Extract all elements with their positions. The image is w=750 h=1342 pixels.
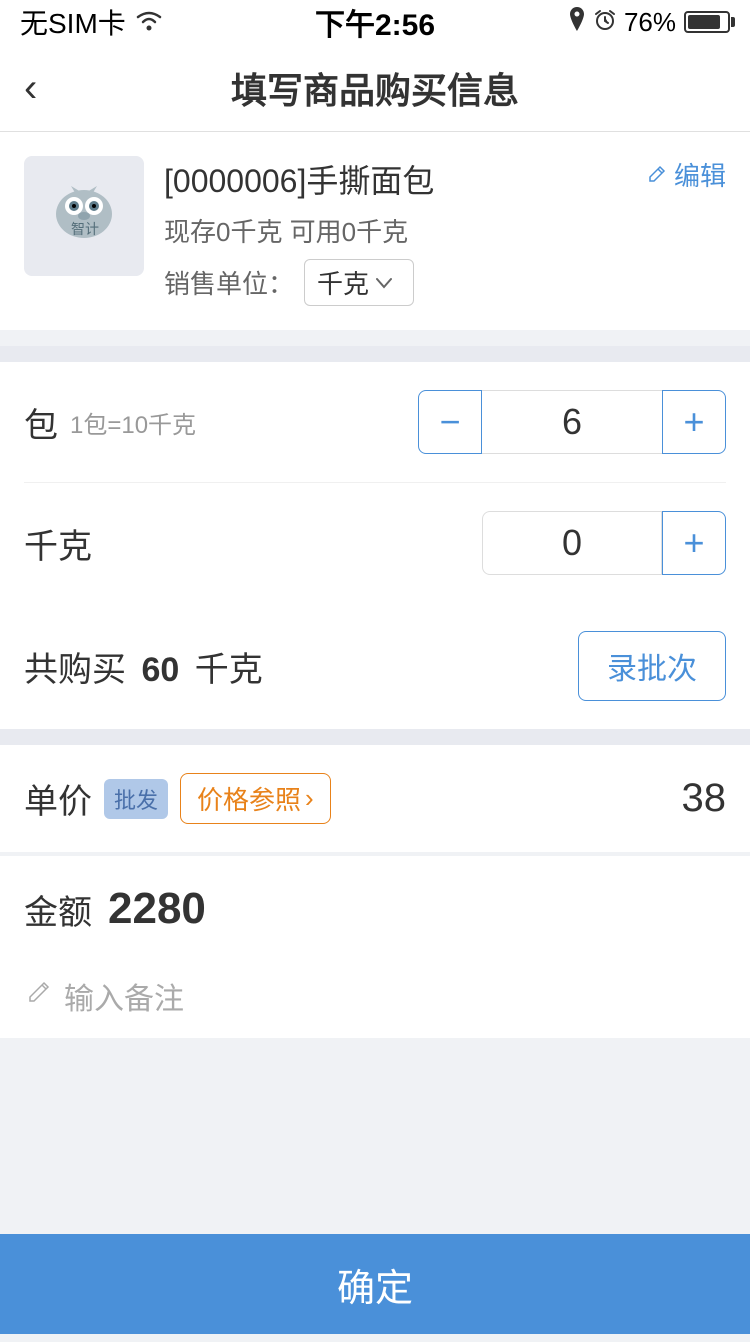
product-stock: 现存0千克 可用0千克 [164, 212, 726, 249]
total-value: 60 [141, 651, 179, 689]
package-row: 包 1包=10千克 − 6 + [24, 362, 726, 483]
price-row: 单价 批发 价格参照 › 38 [0, 745, 750, 852]
carrier-label: 无SIM卡 [20, 2, 126, 42]
section-divider-2 [0, 729, 750, 745]
price-ref-button[interactable]: 价格参照 › [180, 773, 331, 824]
price-label-group: 单价 批发 价格参照 › [24, 773, 331, 824]
product-name-row: [0000006]手撕面包 编辑 [164, 156, 726, 202]
product-unit-row: 销售单位： 千克 [164, 259, 726, 306]
amount-label: 金额 [24, 885, 92, 934]
product-info: [0000006]手撕面包 编辑 现存0千克 可用0千克 销售单位： 千克 [164, 156, 726, 306]
kg-increment-button[interactable]: + [662, 511, 726, 575]
kg-value[interactable]: 0 [482, 511, 662, 575]
package-controls: − 6 + [418, 390, 726, 454]
status-time: 下午2:56 [315, 0, 435, 44]
nav-bar: ‹ 填写商品购买信息 [0, 44, 750, 132]
pencil-icon [24, 979, 52, 1014]
package-decrement-button[interactable]: − [418, 390, 482, 454]
location-icon [568, 7, 586, 38]
amount-value: 2280 [108, 884, 206, 934]
product-card: 智计 [0000006]手撕面包 编辑 现存0千克 可用0千克 销售单位： 千克 [0, 132, 750, 330]
note-row[interactable]: 输入备注 [24, 954, 726, 1038]
total-text: 共购买 60 千克 [24, 642, 263, 691]
package-hint: 1包=10千克 [70, 405, 196, 440]
svg-text:智计: 智计 [71, 221, 99, 237]
note-placeholder: 输入备注 [64, 974, 184, 1018]
package-increment-button[interactable]: + [662, 390, 726, 454]
price-value: 38 [682, 776, 727, 821]
kg-controls: 0 + [482, 511, 726, 575]
package-label: 包 1包=10千克 [24, 398, 196, 447]
status-right: 76% [568, 7, 730, 38]
unit-selector[interactable]: 千克 [304, 259, 414, 306]
kg-label: 千克 [24, 519, 92, 568]
batch-button[interactable]: 录批次 [578, 631, 726, 701]
product-image: 智计 [24, 156, 144, 276]
page-title: 填写商品购买信息 [231, 62, 519, 114]
amount-row: 金额 2280 [24, 884, 726, 934]
unit-prefix: 销售单位： [164, 264, 294, 301]
total-row: 共购买 60 千克 录批次 [0, 603, 750, 729]
status-left: 无SIM卡 [20, 2, 164, 42]
product-logo: 智计 [49, 176, 119, 256]
battery-icon [684, 11, 730, 33]
input-section: 包 1包=10千克 − 6 + 千克 0 + [0, 362, 750, 603]
package-value[interactable]: 6 [482, 390, 662, 454]
alarm-icon [594, 7, 616, 38]
battery-percent: 76% [624, 7, 676, 38]
status-bar: 无SIM卡 下午2:56 76% [0, 0, 750, 44]
back-button[interactable]: ‹ [24, 68, 37, 108]
kg-row: 千克 0 + [24, 483, 726, 603]
amount-section: 金额 2280 输入备注 [0, 856, 750, 1038]
edit-button[interactable]: 编辑 [645, 156, 726, 193]
product-full-name: [0000006]手撕面包 [164, 156, 434, 202]
section-divider-1 [0, 346, 750, 362]
confirm-button[interactable]: 确定 [0, 1234, 750, 1334]
wifi-icon [134, 6, 164, 38]
batch-tag: 批发 [104, 779, 168, 819]
price-label: 单价 [24, 774, 92, 823]
